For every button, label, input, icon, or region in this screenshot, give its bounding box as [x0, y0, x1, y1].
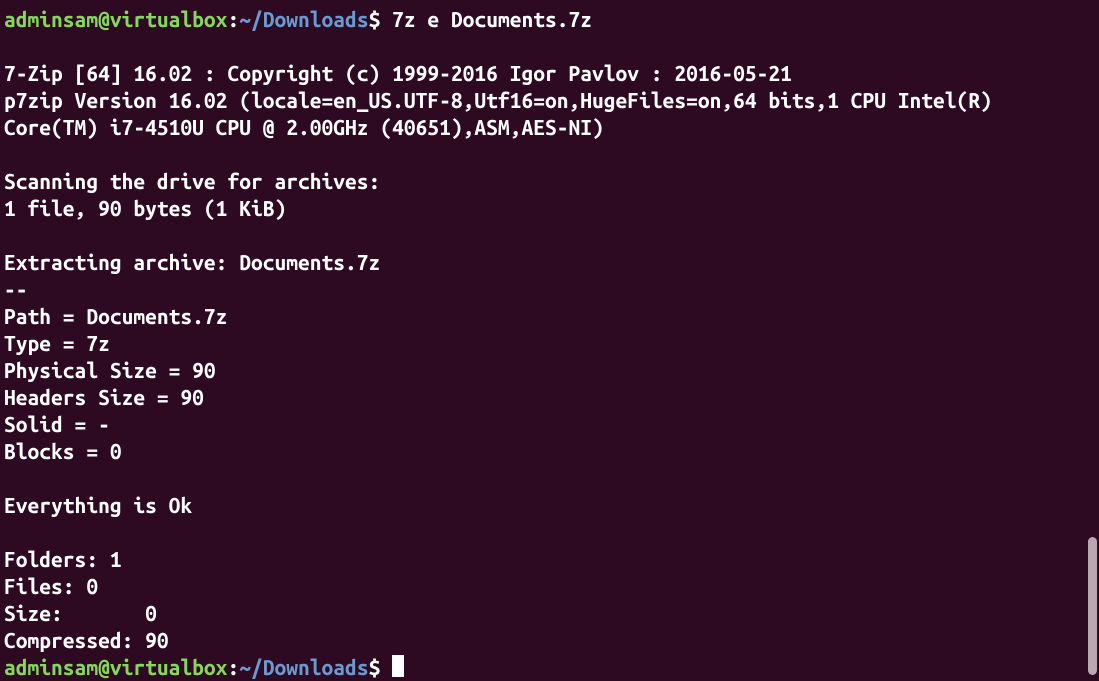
- output-line: Path = Documents.7z: [4, 304, 227, 328]
- terminal-output[interactable]: adminsam@virtualbox:~/Downloads$ 7z e Do…: [4, 6, 1095, 681]
- output-line: Type = 7z: [4, 331, 110, 355]
- output-line: Solid = -: [4, 412, 110, 436]
- output-line: Scanning the drive for archives:: [4, 169, 380, 193]
- command-input[interactable]: [380, 655, 392, 679]
- command-text: 7z e Documents.7z: [380, 7, 592, 31]
- output-line: Blocks = 0: [4, 439, 122, 463]
- output-line: Compressed: 90: [4, 628, 169, 652]
- output-line: --: [4, 277, 28, 301]
- scrollbar-thumb[interactable]: [1088, 537, 1097, 675]
- prompt-colon: :: [227, 7, 239, 31]
- output-line: Files: 0: [4, 574, 98, 598]
- output-line: p7zip Version 16.02 (locale=en_US.UTF-8,…: [4, 88, 1004, 139]
- prompt-path: ~/Downloads: [239, 655, 368, 679]
- output-line: Extracting archive: Documents.7z: [4, 250, 380, 274]
- output-line: Folders: 1: [4, 547, 122, 571]
- prompt-user-host: adminsam@virtualbox: [4, 7, 227, 31]
- output-line: 1 file, 90 bytes (1 KiB): [4, 196, 286, 220]
- prompt-dollar: $: [369, 655, 381, 679]
- prompt-path: ~/Downloads: [239, 7, 368, 31]
- output-line: 7-Zip [64] 16.02 : Copyright (c) 1999-20…: [4, 61, 792, 85]
- prompt-user-host: adminsam@virtualbox: [4, 655, 227, 679]
- output-line: Everything is Ok: [4, 493, 192, 517]
- output-line: Size: 0: [4, 601, 157, 625]
- output-line: Physical Size = 90: [4, 358, 216, 382]
- prompt-colon: :: [227, 655, 239, 679]
- cursor-icon: [392, 655, 404, 677]
- output-line: Headers Size = 90: [4, 385, 204, 409]
- prompt-dollar: $: [369, 7, 381, 31]
